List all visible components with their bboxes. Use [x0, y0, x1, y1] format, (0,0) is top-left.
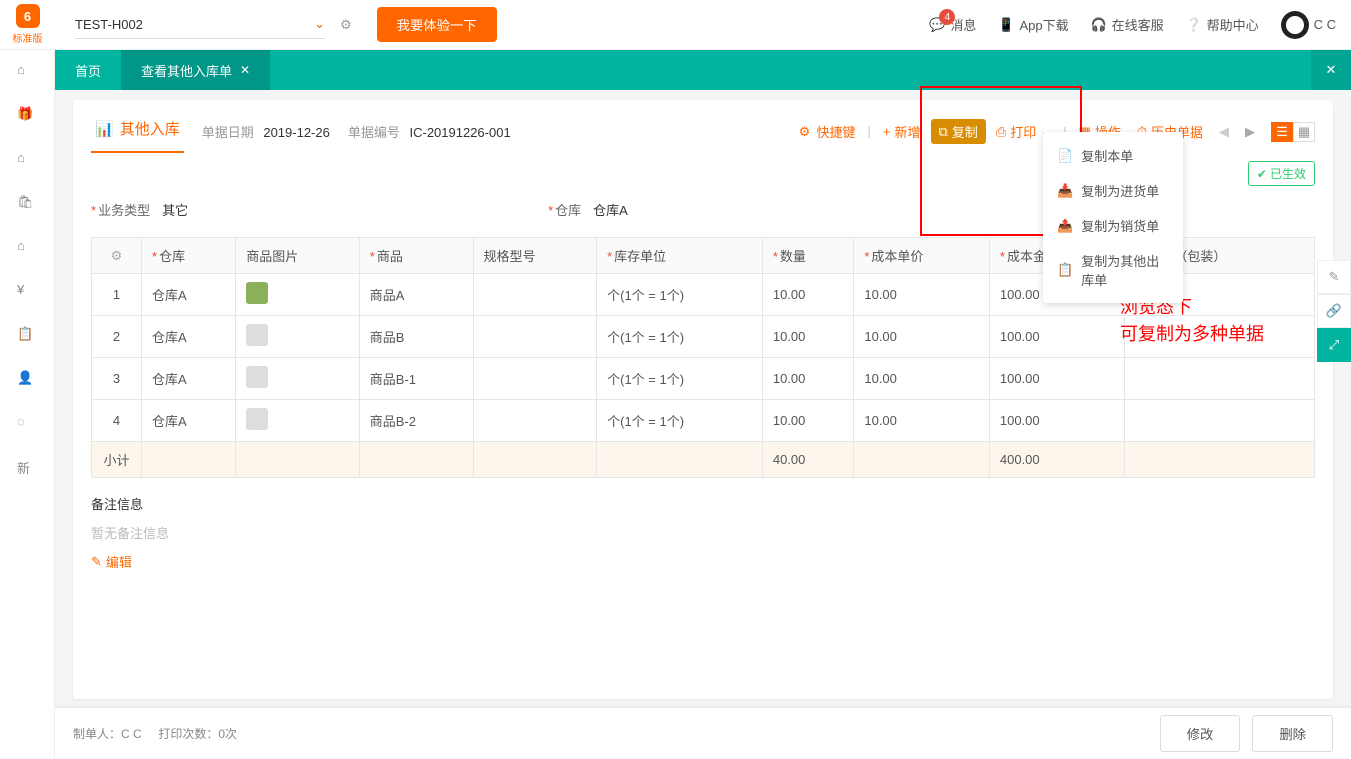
in-icon: 📥	[1057, 183, 1073, 199]
loading-icon[interactable]: ◌	[17, 414, 37, 434]
list-view-icon[interactable]: ☰	[1271, 122, 1293, 142]
add-button[interactable]: +新增	[877, 119, 927, 144]
status-badge: ✔已生效	[1248, 161, 1315, 186]
dock-note-icon[interactable]: ✎	[1317, 260, 1351, 294]
cta-button[interactable]: 我要体验一下	[377, 7, 497, 42]
close-all-tabs[interactable]: ✕	[1311, 50, 1351, 90]
card-view-icon[interactable]: ▦	[1293, 122, 1315, 142]
field-warehouse: *仓库 仓库A	[548, 200, 628, 219]
prev-button[interactable]: ◀	[1213, 121, 1235, 143]
footer-creator: 制单人：C C 打印次数：0次	[73, 725, 237, 742]
close-icon[interactable]: ✕	[240, 63, 250, 77]
dock-expand-icon[interactable]: ⤢	[1317, 328, 1351, 362]
col-product: *商品	[359, 238, 473, 274]
org-selector[interactable]: TEST-H002 ⌄	[75, 10, 325, 39]
product-image-icon	[246, 408, 268, 430]
user-menu[interactable]: C C	[1281, 11, 1336, 39]
copy-menu-item-copy-this[interactable]: 📄复制本单	[1043, 138, 1183, 173]
house-icon[interactable]: ⌂	[17, 150, 37, 170]
modify-button[interactable]: 修改	[1160, 715, 1241, 752]
headset-icon: 🎧	[1091, 17, 1107, 33]
panel: 📊 其他入库 单据日期 2019-12-26 单据编号 IC-20191226-…	[73, 100, 1333, 699]
col-price: *成本单价	[854, 238, 990, 274]
copy-menu-item-purchase[interactable]: 📥复制为进货单	[1043, 173, 1183, 208]
panel-tab[interactable]: 📊 其他入库	[91, 110, 184, 153]
user-card-icon[interactable]: 👤	[17, 370, 37, 390]
gift-icon[interactable]: 🎁	[17, 106, 37, 126]
doc-date: 单据日期 2019-12-26	[202, 122, 330, 141]
shortcut-button[interactable]: ⚙快捷键	[790, 119, 861, 144]
new-icon[interactable]: 新	[17, 458, 37, 478]
product-image-icon	[246, 282, 268, 304]
table-row[interactable]: 4仓库A商品B-2个(1个 = 1个)10.0010.00100.00	[92, 400, 1315, 442]
gear-icon[interactable]: ⚙	[340, 17, 352, 33]
chevron-down-icon: ⌄	[314, 16, 325, 32]
delete-button[interactable]: 删除	[1252, 715, 1333, 752]
online-service-button[interactable]: 🎧 在线客服	[1091, 15, 1164, 34]
remark-section: 备注信息 暂无备注信息 ✎编辑	[73, 478, 1333, 587]
gear-col-header[interactable]: ⚙	[92, 238, 142, 274]
copy-dropdown: 📄复制本单 📥复制为进货单 📤复制为销货单 📋复制为其他出库单	[1043, 132, 1183, 303]
field-biz-type: *业务类型 其它	[91, 200, 188, 219]
edit-remark-button[interactable]: ✎编辑	[91, 552, 1315, 571]
product-image-icon	[246, 324, 268, 346]
copy-menu-item-other-out[interactable]: 📋复制为其他出库单	[1043, 243, 1183, 297]
view-toggle: ☰ ▦	[1271, 122, 1315, 142]
table-row[interactable]: 2仓库A商品B个(1个 = 1个)10.0010.00100.00	[92, 316, 1315, 358]
col-image: 商品图片	[236, 238, 360, 274]
tabs-bar: 首页 查看其他入库单 ✕ ✕	[55, 50, 1351, 90]
col-unit: *库存单位	[597, 238, 763, 274]
remark-title: 备注信息	[91, 494, 1315, 513]
home-icon[interactable]: ⌂	[17, 62, 37, 82]
out-icon: 📤	[1057, 218, 1073, 234]
doc-no: 单据编号 IC-20191226-001	[348, 122, 511, 141]
money-icon[interactable]: ¥	[17, 282, 37, 302]
doc-icon: 📋	[1057, 262, 1073, 278]
plus-icon: +	[883, 124, 891, 139]
org-name: TEST-H002	[75, 17, 143, 32]
gear-icon: ⚙	[796, 124, 812, 140]
messages-button[interactable]: 💬 消息 4	[929, 15, 976, 34]
copy-icon: ⧉	[939, 124, 948, 140]
footer-bar: 制单人：C C 打印次数：0次 修改 删除	[55, 707, 1351, 759]
avatar	[1281, 11, 1309, 39]
clipboard-icon[interactable]: 📋	[17, 326, 37, 346]
subtotal-row: 小计40.00400.00	[92, 442, 1315, 478]
app-download-button[interactable]: 📱 App下载	[998, 15, 1068, 34]
bag-icon[interactable]: 🛍	[17, 194, 37, 214]
edit-icon: ✎	[91, 554, 102, 570]
logo-edition: 标准版	[13, 30, 43, 45]
left-nav: ⌂ 🎁 ⌂ 🛍 ⌂ ¥ 📋 👤 ◌ 新	[0, 50, 55, 759]
dock-link-icon[interactable]: 🔗	[1317, 294, 1351, 328]
phone-icon: 📱	[998, 17, 1014, 33]
logo[interactable]: 6 标准版	[0, 4, 55, 45]
col-spec: 规格型号	[473, 238, 597, 274]
help-icon: ❔	[1186, 17, 1202, 33]
copy-doc-icon: 📄	[1057, 148, 1073, 164]
table-row[interactable]: 3仓库A商品B-1个(1个 = 1个)10.0010.00100.00	[92, 358, 1315, 400]
copy-menu-item-sales[interactable]: 📤复制为销货单	[1043, 208, 1183, 243]
next-button[interactable]: ▶	[1239, 121, 1261, 143]
help-center-button[interactable]: ❔ 帮助中心	[1186, 15, 1259, 34]
tab-current[interactable]: 查看其他入库单 ✕	[121, 50, 270, 90]
logo-icon: 6	[16, 4, 40, 28]
panel-header: 📊 其他入库 单据日期 2019-12-26 单据编号 IC-20191226-…	[73, 100, 1333, 153]
remark-empty: 暂无备注信息	[91, 523, 1315, 542]
tab-home[interactable]: 首页	[55, 50, 121, 90]
check-icon: ✔	[1257, 167, 1267, 181]
content-area: 📊 其他入库 单据日期 2019-12-26 单据编号 IC-20191226-…	[55, 90, 1351, 759]
top-header: 6 标准版 TEST-H002 ⌄ ⚙ 我要体验一下 💬 消息 4 📱 App下…	[0, 0, 1351, 50]
col-warehouse: *仓库	[142, 238, 236, 274]
inbound-icon: 📊	[95, 120, 114, 138]
col-qty: *数量	[762, 238, 854, 274]
warehouse-icon[interactable]: ⌂	[17, 238, 37, 258]
product-image-icon	[246, 366, 268, 388]
right-dock: ✎ 🔗 ⤢	[1317, 260, 1351, 362]
print-icon: ⎙	[996, 124, 1006, 140]
copy-button[interactable]: ⧉复制	[931, 119, 986, 144]
